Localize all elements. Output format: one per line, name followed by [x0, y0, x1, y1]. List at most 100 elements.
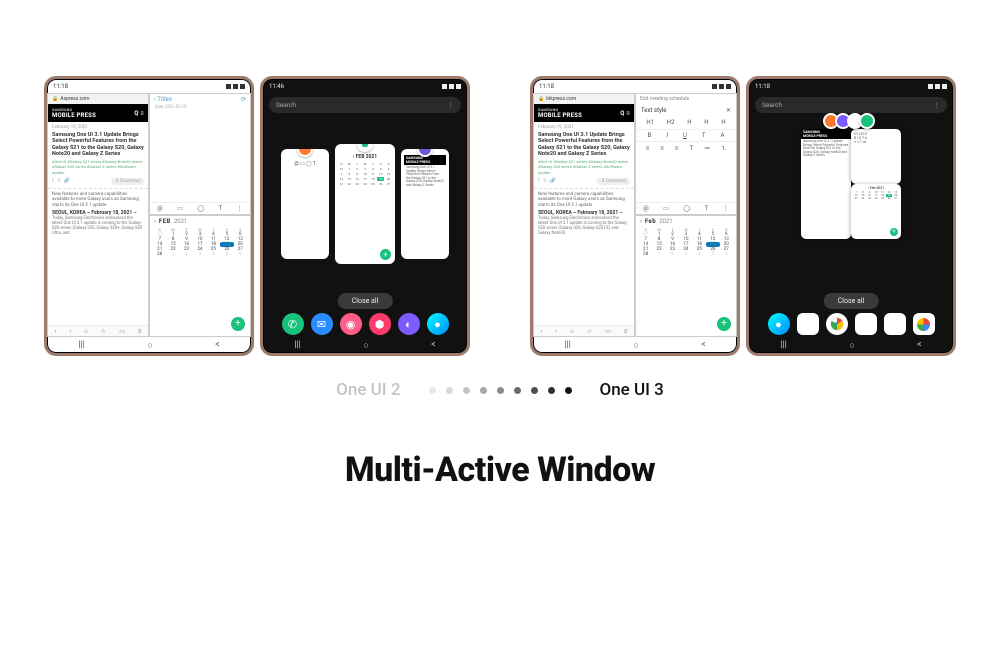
calendar-grid[interactable]: SMTWTFS 31123456 78910111213 14151617181… — [150, 227, 250, 257]
twitter-icon[interactable]: 𝕏 — [543, 178, 547, 184]
dot — [531, 387, 538, 394]
recents-search[interactable]: Search ⋮ — [269, 97, 461, 113]
tool-mic-icon[interactable]: ◯ — [683, 205, 690, 212]
group-tile-calendar[interactable]: ‹ Feb 2021 78910111213 14151617181920 21… — [851, 184, 901, 239]
cal-prev-icon[interactable]: ‹ — [154, 218, 156, 225]
recent-card-notes[interactable]: @ ▭ ◯ T — [281, 149, 329, 259]
group-tile-browser[interactable]: SAMSUNGMOBILE PRESS Samsung One UI 3.1 U… — [801, 129, 851, 239]
cal-prev-icon[interactable]: ‹ — [640, 218, 642, 225]
recent-card-calendar[interactable]: ‹ FEB 2021 SMTWTFS 31123456 78910111213 … — [335, 144, 395, 264]
nav-home[interactable]: ○ — [147, 340, 152, 351]
app-dock: ● ▶ ▶ M — [749, 313, 953, 335]
notes-back[interactable]: ‹ Titles — [154, 96, 172, 103]
download-button[interactable]: ⬇ Download — [597, 178, 630, 185]
nav-back-icon[interactable]: ‹ — [55, 328, 57, 335]
tool-text-icon[interactable]: T — [219, 205, 223, 212]
url-bar[interactable]: 🔒 Aspress.com — [48, 94, 148, 104]
close-all-button[interactable]: Close all — [338, 293, 393, 309]
nav-home[interactable]: ○ — [633, 340, 638, 351]
twitter-icon[interactable]: 𝕏 — [57, 178, 61, 184]
bixby-app-icon[interactable]: ● — [427, 313, 449, 335]
nav-fwd-icon[interactable]: › — [69, 328, 71, 335]
nav-recents[interactable]: ||| — [564, 340, 571, 350]
tool-mic-icon[interactable]: ◯ — [197, 205, 204, 212]
bixby-app-icon[interactable]: ● — [768, 313, 790, 335]
label-one-ui-2: One UI 2 — [336, 380, 400, 400]
notes-share-icon[interactable]: ⟳ — [241, 96, 246, 103]
nav-menu-icon[interactable]: ≡ — [138, 328, 142, 335]
recents-search[interactable]: Search ⋮ — [755, 97, 947, 113]
snippet-body: Today, Samsung Electronics announced the… — [52, 216, 144, 236]
nav-recents[interactable]: ||| — [780, 340, 787, 350]
nav-fwd-icon[interactable]: › — [555, 328, 557, 335]
calendar-add-fab[interactable]: + — [717, 317, 731, 331]
nav-back[interactable]: < — [701, 340, 706, 350]
facebook-icon[interactable]: f — [52, 178, 54, 184]
play-store-icon[interactable]: ▶ — [797, 313, 819, 335]
download-button[interactable]: ⬇ Download — [111, 178, 144, 185]
link-icon[interactable]: 🔗 — [550, 178, 556, 184]
notes-header: ‹ Titles ⟳ — [150, 94, 250, 105]
nav-recents[interactable]: ||| — [78, 340, 85, 350]
nav-bookmark-icon[interactable]: ☆ — [101, 328, 106, 335]
url-bar[interactable]: 🔒 bikpress.com — [534, 94, 634, 104]
close-all-button[interactable]: Close all — [824, 293, 879, 309]
nav-home[interactable]: ○ — [363, 340, 368, 351]
youtube-app-icon[interactable]: ▶ — [855, 313, 877, 335]
status-time: 11:18 — [755, 83, 770, 90]
grouped-recent-card[interactable]: SAMSUNGMOBILE PRESS Samsung One UI 3.1 U… — [791, 115, 911, 265]
gmail-app-icon[interactable]: M — [884, 313, 906, 335]
nav-back-icon[interactable]: ‹ — [541, 328, 543, 335]
status-indicators — [928, 84, 947, 89]
tool-image-icon[interactable]: ▭ — [177, 205, 183, 212]
nav-recents[interactable]: ||| — [294, 340, 301, 350]
label-one-ui-3: One UI 3 — [600, 380, 664, 400]
close-icon[interactable]: ✕ — [726, 107, 731, 114]
snippet-body: Today, Samsung Electronics announced the… — [538, 216, 630, 236]
article-snippet: New features and camera capabilities ava… — [48, 188, 148, 239]
browser-pane[interactable]: 🔒 Aspress.com SAMSUNG MOBILE PRESS Q ≡ F… — [47, 93, 149, 337]
link-icon[interactable]: 🔗 — [64, 178, 70, 184]
tool-text-icon[interactable]: T — [705, 205, 709, 212]
internet-app-icon[interactable]: ◐ — [398, 313, 420, 335]
nav-menu-icon[interactable]: ≡ — [624, 328, 628, 335]
calendar-pane[interactable]: ‹ Feb 2021 SMTWTFS 31123456 78910111213 … — [635, 215, 737, 337]
align-row: ≡≡≡T≔1. — [636, 143, 736, 154]
search-icon[interactable]: Q ≡ — [620, 110, 630, 117]
search-icon[interactable]: Q ≡ — [134, 110, 144, 117]
tool-attach-icon[interactable]: @ — [157, 205, 162, 212]
device-oneui3-recents: 11:18 Search ⋮ SAMSUNGMOBILE PRESS — [746, 76, 956, 356]
search-menu-icon[interactable]: ⋮ — [934, 101, 941, 109]
calendar-pane[interactable]: ‹ FEB 2021 SMTWTFS 31123456 78910111213 … — [149, 215, 251, 337]
nav-back[interactable]: < — [215, 340, 220, 350]
nav-home[interactable]: ○ — [849, 340, 854, 351]
note-edit-label: Edit meeting schedule — [636, 94, 736, 104]
calendar-add-fab[interactable]: + — [231, 317, 245, 331]
notes-pane[interactable]: ‹ Titles ⟳ Meeting Notes date: 2021-02-1… — [149, 93, 251, 215]
store-app-icon[interactable]: ⬢ — [369, 313, 391, 335]
phone-app-icon[interactable]: ✆ — [282, 313, 304, 335]
chrome-app-icon[interactable] — [826, 313, 848, 335]
nav-tabs-icon[interactable]: ▭ — [605, 328, 611, 335]
nav-home-icon[interactable]: ⌂ — [84, 328, 88, 335]
notes-textstyle-pane[interactable]: Edit meeting schedule Text style ✕ H1H2H… — [635, 93, 737, 215]
nav-home-icon[interactable]: ⌂ — [570, 328, 574, 335]
tool-attach-icon[interactable]: @ — [643, 205, 648, 212]
tool-menu-icon[interactable]: ⋮ — [237, 205, 243, 212]
group-tile-notes[interactable]: H1 H2 HB I U T A≡ ≡ T ≔ — [851, 129, 901, 184]
calendar-badge-icon — [859, 113, 875, 129]
tool-menu-icon[interactable]: ⋮ — [723, 205, 729, 212]
photos-app-icon[interactable] — [913, 313, 935, 335]
nav-bookmark-icon[interactable]: ☆ — [587, 328, 592, 335]
facebook-icon[interactable]: f — [538, 178, 540, 184]
browser-pane[interactable]: 🔒 bikpress.com SAMSUNG MOBILE PRESS Q ≡ … — [533, 93, 635, 337]
search-menu-icon[interactable]: ⋮ — [448, 101, 455, 109]
nav-back[interactable]: < — [917, 340, 922, 350]
camera-app-icon[interactable]: ◉ — [340, 313, 362, 335]
tool-image-icon[interactable]: ▭ — [663, 205, 669, 212]
messages-app-icon[interactable]: ✉ — [311, 313, 333, 335]
recent-card-browser[interactable]: SAMSUNGMOBILE PRESS Samsung One UI 3.1 U… — [401, 149, 449, 259]
nav-back[interactable]: < — [431, 340, 436, 350]
calendar-grid[interactable]: SMTWTFS 31123456 78910111213 14151617181… — [636, 227, 736, 257]
nav-tabs-icon[interactable]: ▭ — [119, 328, 125, 335]
